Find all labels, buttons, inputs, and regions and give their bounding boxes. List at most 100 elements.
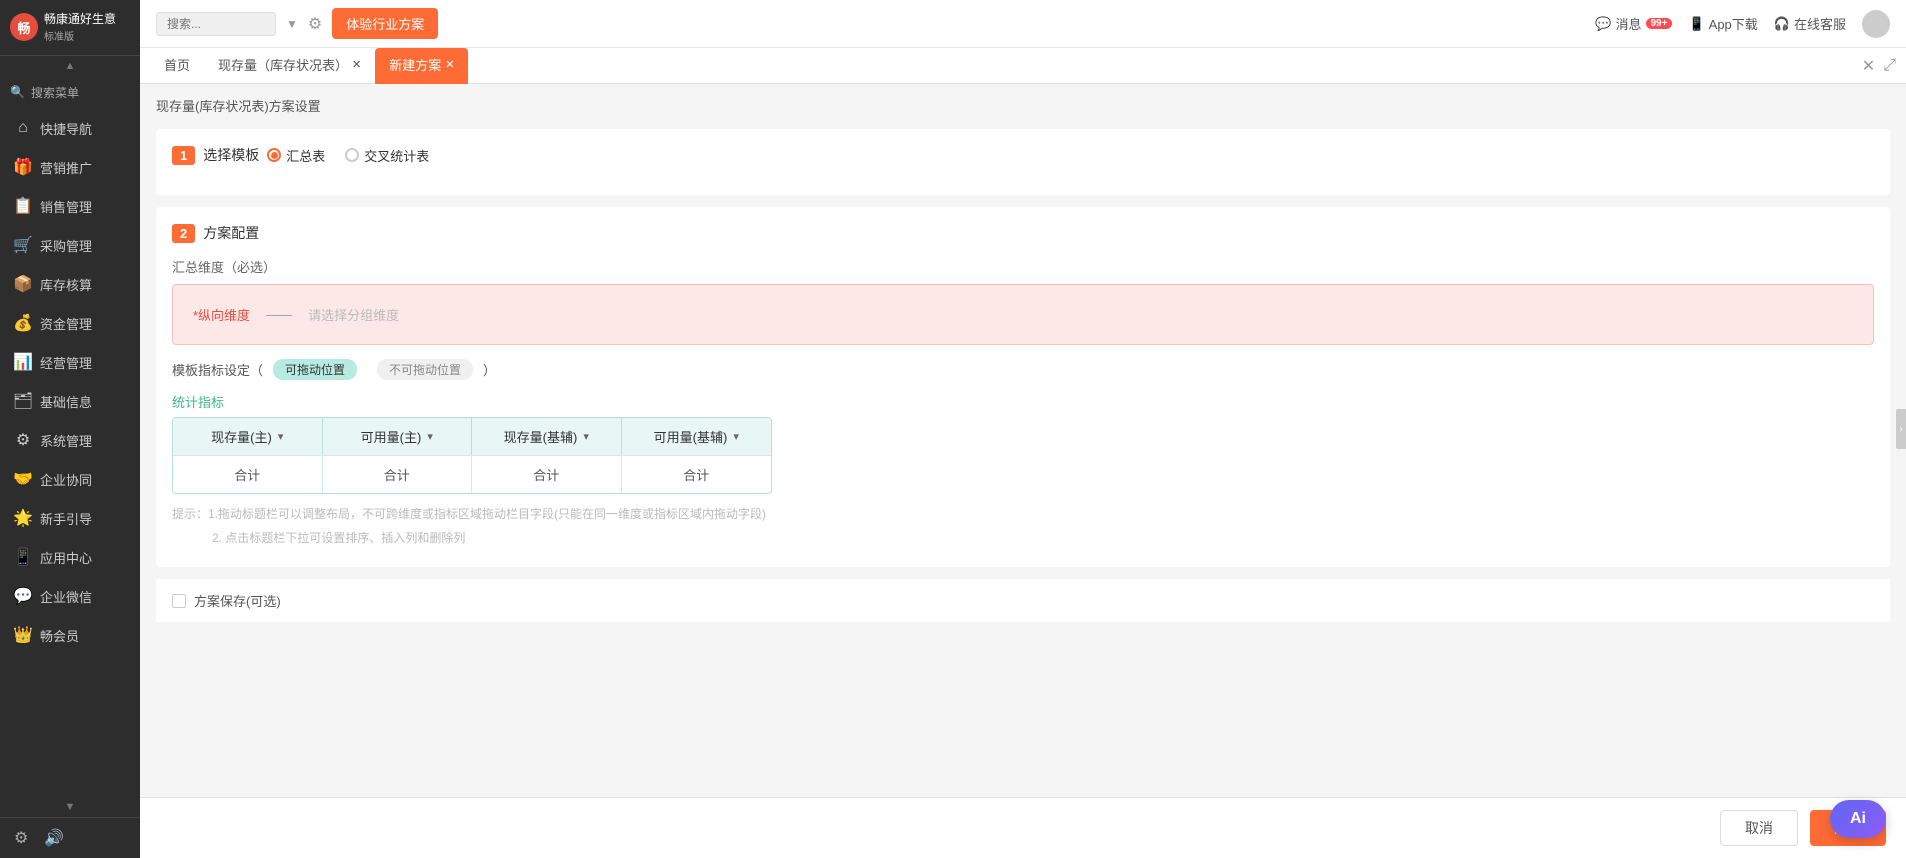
tab-new-plan[interactable]: 新建方案 ✕ <box>375 48 468 84</box>
messages-button[interactable]: 💬 消息 99+ <box>1595 14 1672 33</box>
sidebar-item-operations[interactable]: 📊 经营管理 <box>0 343 140 382</box>
user-avatar[interactable] <box>1862 10 1890 38</box>
guide-icon: 🌟 <box>14 509 32 527</box>
tab-home[interactable]: 首页 <box>150 48 204 84</box>
col-header-0-chevron[interactable]: ▾ <box>278 430 284 443</box>
step1-header: 1 选择模板 汇总表 交叉统计表 <box>172 145 1874 165</box>
sidebar-label-purchase: 采购管理 <box>40 236 92 255</box>
volume-icon[interactable]: 🔊 <box>44 828 64 848</box>
app-download-button[interactable]: 📱 App下载 <box>1688 14 1757 33</box>
finance-icon: 💰 <box>14 314 32 332</box>
stats-cell-0-0: 合计 <box>173 456 323 493</box>
col-header-0[interactable]: 现存量(主) ▾ <box>173 418 323 455</box>
gift-icon: 🎁 <box>14 158 32 176</box>
step2-badge: 2 <box>172 224 195 243</box>
tab-expand-icon[interactable]: ⤢ <box>1883 57 1896 75</box>
page-title: 现存量(库存状况表)方案设置 <box>156 96 1890 115</box>
app-version: 标准版 <box>44 28 116 43</box>
stats-cell-0-2: 合计 <box>472 456 622 493</box>
search-menu[interactable]: 🔍 搜索菜单 <box>0 76 140 109</box>
sidebar-item-basic-info[interactable]: 🗂 基础信息 <box>0 382 140 421</box>
radio-summary-label: 汇总表 <box>286 146 325 165</box>
topbar-gear-icon[interactable]: ⚙ <box>308 14 322 34</box>
home-icon: ⌂ <box>14 119 32 137</box>
radio-cross-circle <box>345 148 359 162</box>
settings-bottom-icon[interactable]: ⚙ <box>14 828 28 848</box>
stats-cell-0-3: 合计 <box>622 456 772 493</box>
dimension-box[interactable]: *纵向维度 —— 请选择分组维度 <box>172 284 1874 345</box>
stats-table-row-0: 合计 合计 合计 合计 <box>173 455 771 493</box>
col-header-2-label: 现存量(基辅) <box>504 427 578 446</box>
edge-expand-button[interactable]: › <box>1896 409 1906 449</box>
col-header-0-label: 现存量(主) <box>211 427 272 446</box>
dimension-dash: —— <box>266 307 292 322</box>
required-dimension-label: *纵向维度 <box>193 305 250 324</box>
tab-inventory[interactable]: 现存量（库存状况表） ✕ <box>204 48 375 84</box>
sidebar-item-finance[interactable]: 💰 资金管理 <box>0 304 140 343</box>
message-badge: 99+ <box>1646 18 1673 29</box>
tabs-bar: 首页 现存量（库存状况表） ✕ 新建方案 ✕ ✕ ⤢ <box>140 48 1906 84</box>
topbar-search-input[interactable] <box>156 12 276 36</box>
col-header-3-label: 可用量(基辅) <box>654 427 728 446</box>
app-icon: 📱 <box>14 548 32 566</box>
online-service-button[interactable]: 🎧 在线客服 <box>1774 14 1846 33</box>
sidebar-item-member[interactable]: 👑 畅会员 <box>0 616 140 655</box>
sidebar-bottom: ⚙ 🔊 <box>0 817 140 858</box>
sidebar-item-quick-nav[interactable]: ⌂ 快捷导航 <box>0 109 140 148</box>
sidebar-item-enterprise[interactable]: 🤝 企业协同 <box>0 460 140 499</box>
service-label: 在线客服 <box>1794 14 1846 33</box>
sidebar-item-purchase[interactable]: 🛒 采购管理 <box>0 226 140 265</box>
non-draggable-badge: 不可拖动位置 <box>377 359 473 380</box>
tab-new-plan-close-icon[interactable]: ✕ <box>445 58 454 71</box>
sidebar-label-marketing: 营销推广 <box>40 158 92 177</box>
sidebar-label-operations: 经营管理 <box>40 353 92 372</box>
ai-button[interactable]: Ai <box>1830 800 1886 838</box>
sidebar-item-system[interactable]: ⚙ 系统管理 <box>0 421 140 460</box>
tab-close-all-icon[interactable]: ✕ <box>1862 56 1875 76</box>
col-header-1-chevron[interactable]: ▾ <box>427 430 433 443</box>
col-header-1[interactable]: 可用量(主) ▾ <box>323 418 473 455</box>
stats-table-header: 现存量(主) ▾ 可用量(主) ▾ 现存量(基辅) ▾ 可用量(基辅) ▾ <box>173 418 771 455</box>
messages-label: 消息 <box>1615 14 1641 33</box>
sidebar-label-finance: 资金管理 <box>40 314 92 333</box>
col-header-3[interactable]: 可用量(基辅) ▾ <box>622 418 772 455</box>
radio-summary-table[interactable]: 汇总表 <box>267 146 325 165</box>
tips-section: 提示：1.拖动标题栏可以调整布局，不可跨维度或指标区域拖动栏目字段(只能在同一维… <box>172 504 1874 549</box>
step2-title: 方案配置 <box>203 223 259 243</box>
cancel-button[interactable]: 取消 <box>1720 810 1798 846</box>
sidebar-item-marketing[interactable]: 🎁 营销推广 <box>0 148 140 187</box>
stats-table: 现存量(主) ▾ 可用量(主) ▾ 现存量(基辅) ▾ 可用量(基辅) ▾ <box>172 417 772 494</box>
tab-inventory-close-icon[interactable]: ✕ <box>352 58 361 71</box>
dimension-section-label: 汇总维度（必选） <box>172 257 1874 276</box>
col-header-2-chevron[interactable]: ▾ <box>583 430 589 443</box>
col-header-2[interactable]: 现存量(基辅) ▾ <box>472 418 622 455</box>
sidebar-item-app-center[interactable]: 📱 应用中心 <box>0 538 140 577</box>
save-option-checkbox[interactable] <box>172 594 186 608</box>
radio-summary-circle <box>267 148 281 162</box>
scroll-up-icon[interactable]: ▲ <box>0 56 140 76</box>
sidebar-label-member: 畅会员 <box>40 626 79 645</box>
tip1-text: 1.拖动标题栏可以调整布局，不可跨维度或指标区域拖动栏目字段(只能在同一维度或指… <box>208 507 766 521</box>
sidebar-label-basic-info: 基础信息 <box>40 392 92 411</box>
sidebar-item-wechat[interactable]: 💬 企业微信 <box>0 577 140 616</box>
logo-icon: 畅 <box>10 13 38 41</box>
sidebar-item-new-guide[interactable]: 🌟 新手引导 <box>0 499 140 538</box>
save-option-label: 方案保存(可选) <box>194 591 281 610</box>
scroll-down-icon[interactable]: ▼ <box>0 797 140 817</box>
sidebar-label-enterprise: 企业协同 <box>40 470 92 489</box>
industry-plan-button[interactable]: 体验行业方案 <box>332 8 438 39</box>
sidebar-item-sales[interactable]: 📋 销售管理 <box>0 187 140 226</box>
radio-cross-table[interactable]: 交叉统计表 <box>345 146 429 165</box>
sidebar-nav: ⌂ 快捷导航 🎁 营销推广 📋 销售管理 🛒 采购管理 📦 库存核算 💰 资金管… <box>0 109 140 797</box>
tab-home-label: 首页 <box>164 55 190 74</box>
step1-title: 选择模板 <box>203 145 259 165</box>
sidebar-item-inventory[interactable]: 📦 库存核算 <box>0 265 140 304</box>
operations-icon: 📊 <box>14 353 32 371</box>
dimension-placeholder: 请选择分组维度 <box>308 305 399 324</box>
search-icon: 🔍 <box>10 85 25 99</box>
message-icon: 💬 <box>1595 16 1611 32</box>
main-area: ▼ ⚙ 体验行业方案 💬 消息 99+ 📱 App下载 🎧 在线客服 首页 <box>140 0 1906 858</box>
tip2-text: 2. 点击标题栏下拉可设置排序、插入列和删除列 <box>212 531 465 545</box>
col-header-3-chevron[interactable]: ▾ <box>733 430 739 443</box>
sidebar-label-system: 系统管理 <box>40 431 92 450</box>
